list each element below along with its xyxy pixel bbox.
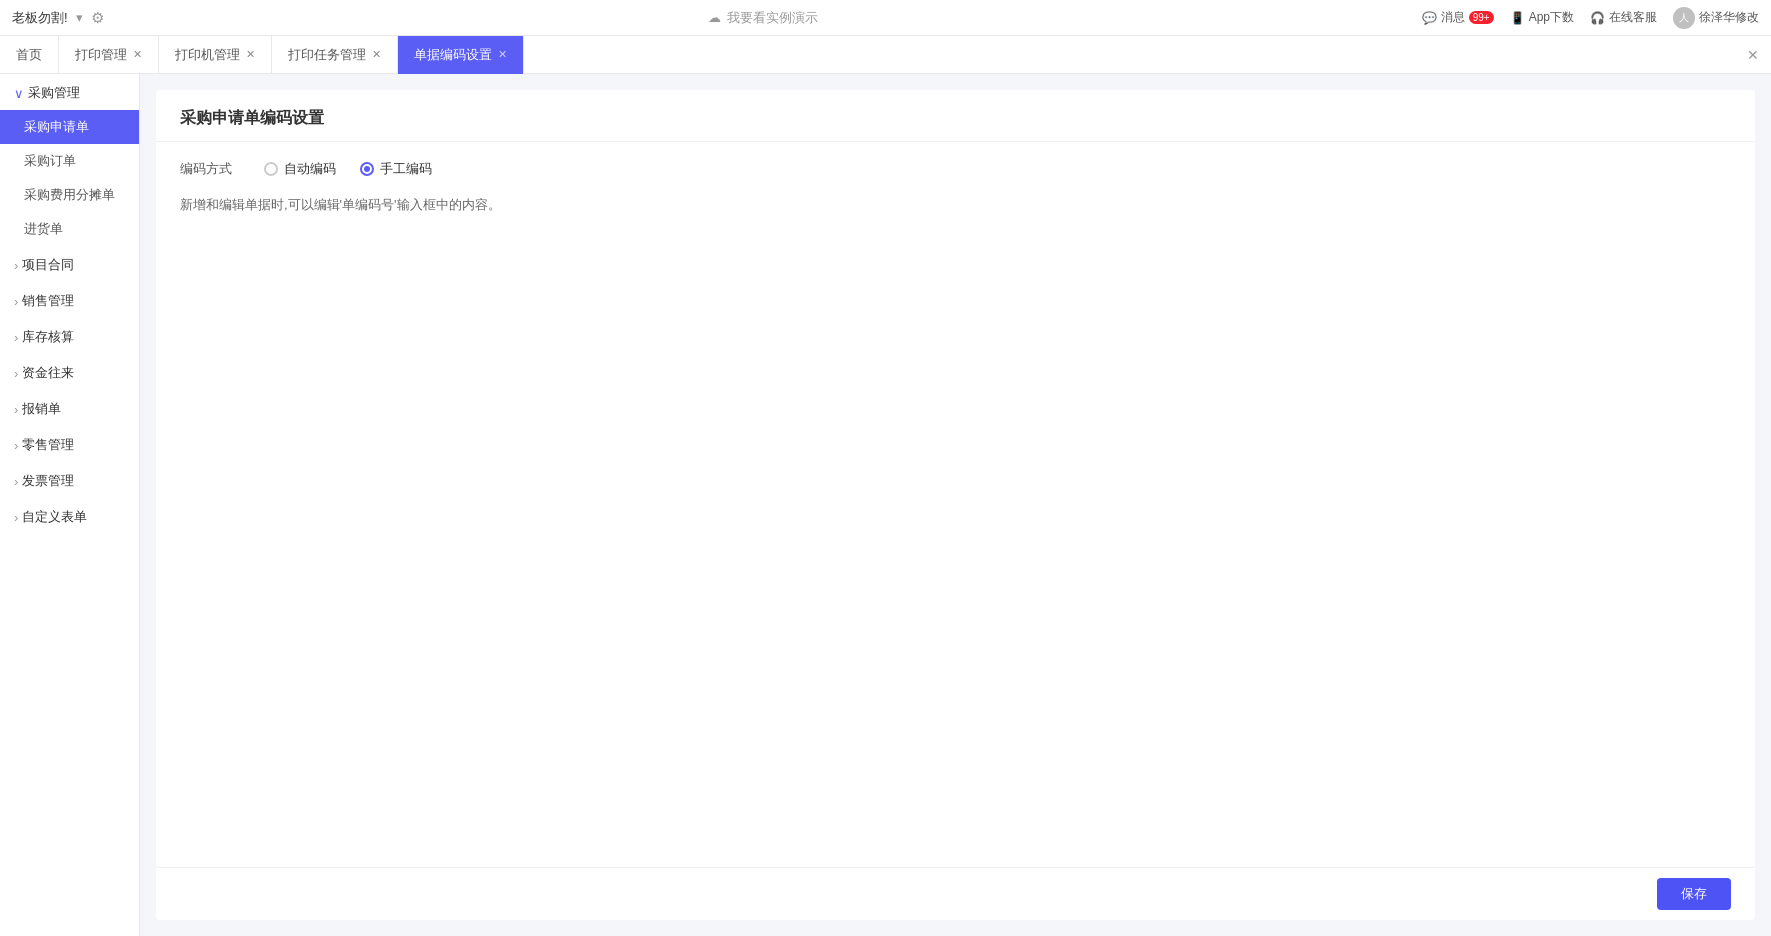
sidebar-item-purchase-order[interactable]: 采购订单 <box>0 144 139 178</box>
project-contract-arrow: › <box>14 258 18 273</box>
message-button[interactable]: 💬 消息 99+ <box>1422 9 1494 26</box>
cloud-icon: ☁ <box>708 10 721 25</box>
avatar: 人 <box>1673 7 1695 29</box>
sidebar: ∨ 采购管理 采购申请单 采购订单 采购费用分摊单 进货单 › <box>0 74 140 936</box>
page-title: 采购申请单编码设置 <box>180 109 324 126</box>
coding-method-row: 编码方式 自动编码 手工编码 <box>180 160 1731 178</box>
user-area[interactable]: 人 徐泽华修改 <box>1673 7 1759 29</box>
app-download-label: App下数 <box>1529 9 1574 26</box>
settings-icon[interactable]: ⚙ <box>91 9 104 27</box>
radio-auto-label: 自动编码 <box>284 160 336 178</box>
sidebar-group-sales[interactable]: › 销售管理 <box>0 282 139 318</box>
sidebar-item-stock-in[interactable]: 进货单 <box>0 212 139 246</box>
top-bar-right: 💬 消息 99+ 📱 App下数 🎧 在线客服 人 徐泽华修改 <box>1422 7 1759 29</box>
tab-print-task-mgmt-close[interactable]: ✕ <box>372 48 381 61</box>
purchase-collapse-arrow: ∨ <box>14 86 24 101</box>
top-bar-center: ☁ 我要看实例演示 <box>708 9 818 27</box>
inventory-arrow: › <box>14 330 18 345</box>
content-card: 采购申请单编码设置 编码方式 自动编码 <box>156 90 1755 920</box>
tab-printer-mgmt-label: 打印机管理 <box>175 46 240 64</box>
radio-manual-circle <box>360 162 374 176</box>
sidebar-item-purchase-expense[interactable]: 采购费用分摊单 <box>0 178 139 212</box>
user-name: 徐泽华修改 <box>1699 9 1759 26</box>
top-bar-left: 老板勿割! ▾ ⚙ <box>12 9 104 27</box>
tab-home-label: 首页 <box>16 46 42 64</box>
message-badge: 99+ <box>1469 11 1494 24</box>
close-all-icon: ✕ <box>1747 47 1759 63</box>
radio-manual-dot <box>364 166 370 172</box>
tab-printer-mgmt-close[interactable]: ✕ <box>246 48 255 61</box>
sales-arrow: › <box>14 294 18 309</box>
info-text: 新增和编辑单据时,可以编辑'单编码号'输入框中的内容。 <box>180 196 1731 214</box>
tab-home[interactable]: 首页 <box>0 36 59 74</box>
tab-print-mgmt-close[interactable]: ✕ <box>133 48 142 61</box>
sidebar-group-invoice[interactable]: › 发票管理 <box>0 462 139 498</box>
close-all-tabs[interactable]: ✕ <box>1735 47 1771 63</box>
tab-printer-mgmt[interactable]: 打印机管理 ✕ <box>159 36 272 74</box>
tab-bar: 首页 打印管理 ✕ 打印机管理 ✕ 打印任务管理 ✕ 单据编码设置 ✕ ✕ <box>0 36 1771 74</box>
sidebar-item-purchase-request[interactable]: 采购申请单 <box>0 110 139 144</box>
sidebar-group-retail[interactable]: › 零售管理 <box>0 426 139 462</box>
sidebar-group-funds[interactable]: › 资金往来 <box>0 354 139 390</box>
sidebar-group-project-contract[interactable]: › 项目合同 <box>0 246 139 282</box>
headset-icon: 🎧 <box>1590 11 1605 25</box>
radio-auto-coding[interactable]: 自动编码 <box>264 160 336 178</box>
custom-forms-arrow: › <box>14 510 18 525</box>
retail-arrow: › <box>14 438 18 453</box>
purchase-group-label: 采购管理 <box>28 84 80 102</box>
app-download-button[interactable]: 📱 App下数 <box>1510 9 1574 26</box>
funds-arrow: › <box>14 366 18 381</box>
app-download-icon: 📱 <box>1510 11 1525 25</box>
content-body: 编码方式 自动编码 手工编码 <box>156 142 1755 523</box>
tab-barcode-settings-close[interactable]: ✕ <box>498 48 507 61</box>
radio-manual-label: 手工编码 <box>380 160 432 178</box>
content-area: 采购申请单编码设置 编码方式 自动编码 <box>140 74 1771 936</box>
main-layout: ∨ 采购管理 采购申请单 采购订单 采购费用分摊单 进货单 › <box>0 74 1771 936</box>
tab-print-mgmt[interactable]: 打印管理 ✕ <box>59 36 159 74</box>
sidebar-group-purchase-title[interactable]: ∨ 采购管理 <box>0 74 139 110</box>
radio-manual-coding[interactable]: 手工编码 <box>360 160 432 178</box>
invoice-arrow: › <box>14 474 18 489</box>
tab-print-task-mgmt[interactable]: 打印任务管理 ✕ <box>272 36 398 74</box>
sidebar-group-purchase: ∨ 采购管理 采购申请单 采购订单 采购费用分摊单 进货单 <box>0 74 139 246</box>
sidebar-group-custom-forms[interactable]: › 自定义表单 <box>0 498 139 534</box>
card-footer: 保存 <box>156 867 1755 920</box>
online-service-label: 在线客服 <box>1609 9 1657 26</box>
tab-print-task-mgmt-label: 打印任务管理 <box>288 46 366 64</box>
tab-barcode-settings-label: 单据编码设置 <box>414 46 492 64</box>
sidebar-group-returns[interactable]: › 报销单 <box>0 390 139 426</box>
online-service-button[interactable]: 🎧 在线客服 <box>1590 9 1657 26</box>
returns-arrow: › <box>14 402 18 417</box>
dropdown-icon[interactable]: ▾ <box>76 10 83 25</box>
content-header: 采购申请单编码设置 <box>156 90 1755 142</box>
coding-method-label: 编码方式 <box>180 160 232 178</box>
logo-text: 老板勿割! <box>12 9 68 27</box>
message-icon: 💬 <box>1422 11 1437 25</box>
demo-text[interactable]: 我要看实例演示 <box>727 9 818 27</box>
save-button[interactable]: 保存 <box>1657 878 1731 910</box>
tab-print-mgmt-label: 打印管理 <box>75 46 127 64</box>
message-label: 消息 <box>1441 9 1465 26</box>
sidebar-group-inventory[interactable]: › 库存核算 <box>0 318 139 354</box>
top-bar: 老板勿割! ▾ ⚙ ☁ 我要看实例演示 💬 消息 99+ 📱 App下数 🎧 在… <box>0 0 1771 36</box>
radio-auto-circle <box>264 162 278 176</box>
tab-barcode-settings[interactable]: 单据编码设置 ✕ <box>398 36 524 74</box>
